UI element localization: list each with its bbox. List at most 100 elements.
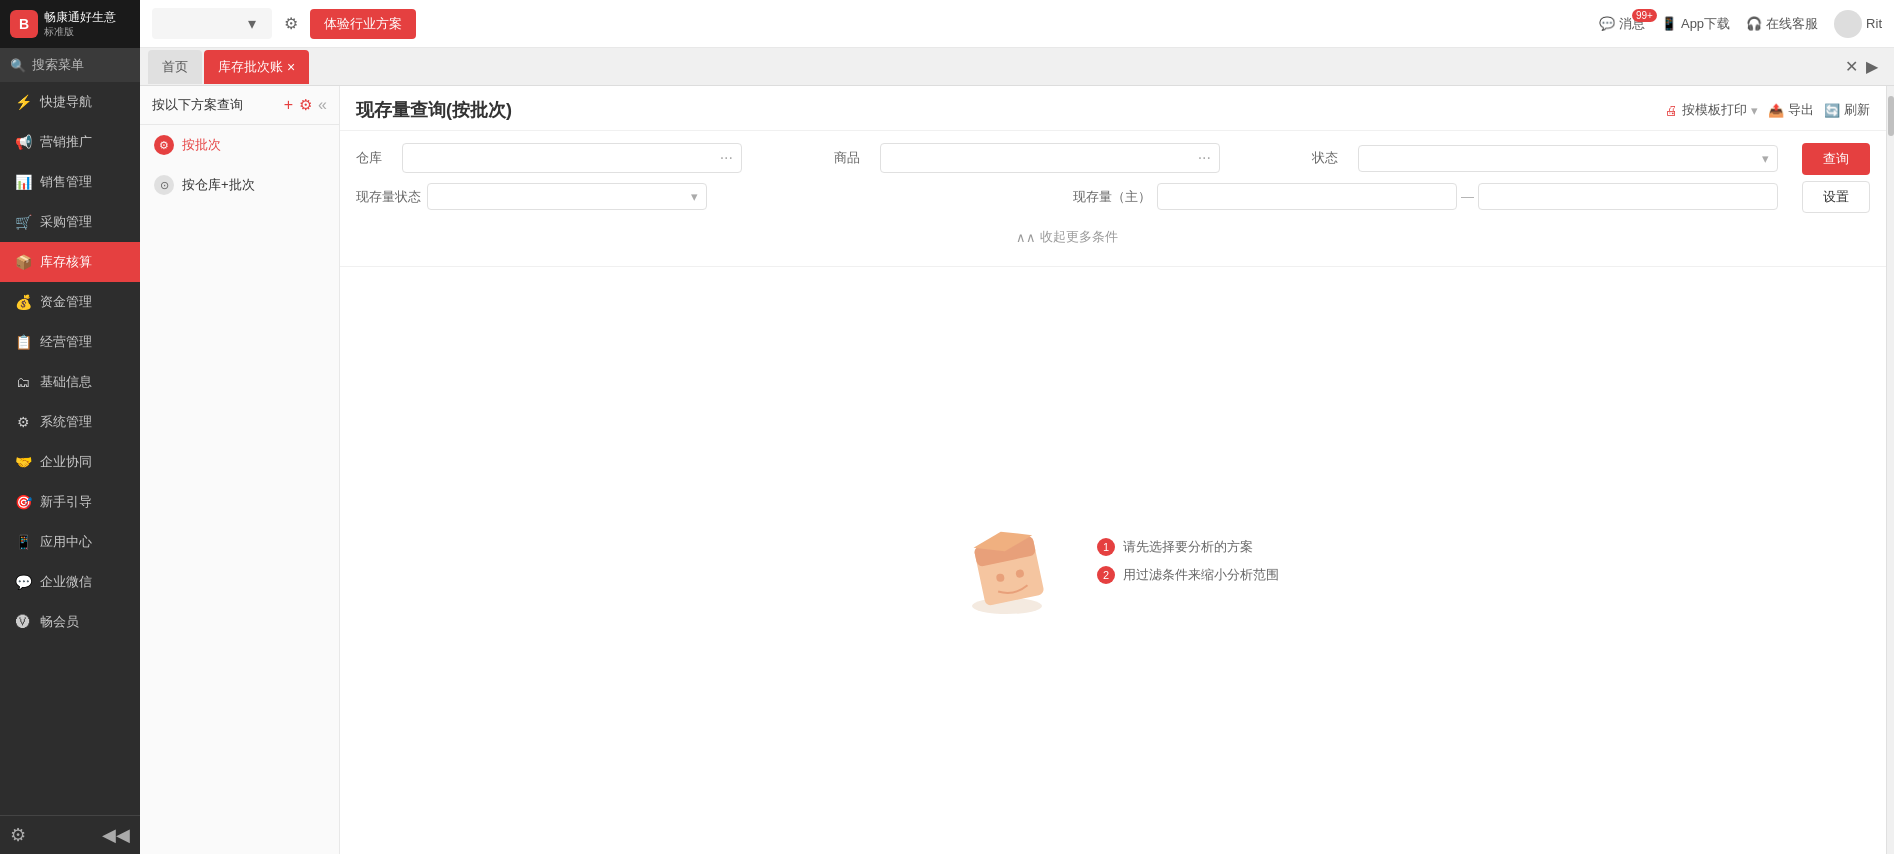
- main-area: ▾ ⚙ 体验行业方案 💬 消息 99+ 📱 App下载 🎧 在线客服 Rit: [140, 0, 1894, 854]
- system-icon: ⚙: [14, 413, 32, 431]
- empty-state: 1 请先选择要分析的方案 2 用过滤条件来缩小分析范围: [340, 267, 1886, 854]
- search-icon: 🔍: [10, 58, 26, 73]
- app-download-btn[interactable]: 📱 App下载: [1661, 15, 1730, 33]
- sidebar: B 畅康通好生意 标准版 🔍 搜索菜单 ⚡ 快捷导航 📢 营销推广 📊 销售管理…: [0, 0, 140, 854]
- topbar-gear-icon[interactable]: ⚙: [280, 12, 302, 35]
- print-dropdown-icon[interactable]: ▾: [1751, 103, 1758, 118]
- topbar: ▾ ⚙ 体验行业方案 💬 消息 99+ 📱 App下载 🎧 在线客服 Rit: [140, 0, 1894, 48]
- status-input[interactable]: ▾: [1358, 145, 1778, 172]
- hint-1-text: 请先选择要分析的方案: [1123, 538, 1253, 556]
- sidebar-item-label: 快捷导航: [40, 93, 92, 111]
- product-input[interactable]: ···: [880, 143, 1220, 173]
- messages-btn[interactable]: 💬 消息 99+: [1599, 15, 1645, 33]
- settings-footer-icon[interactable]: ⚙: [10, 824, 26, 846]
- warehouse-dots[interactable]: ···: [720, 149, 733, 167]
- online-service-btn[interactable]: 🎧 在线客服: [1746, 15, 1818, 33]
- settings-button[interactable]: 设置: [1802, 181, 1870, 213]
- basic-icon: 🗂: [14, 373, 32, 391]
- query-panel: 现存量查询(按批次) 🖨 按模板打印 ▾ 📤 导出 🔄 刷新: [340, 86, 1886, 854]
- brand-name: 畅康通好生意: [44, 9, 116, 26]
- sidebar-item-enterprise[interactable]: 🤝 企业协同: [0, 442, 140, 482]
- experience-industry-btn[interactable]: 体验行业方案: [310, 9, 416, 39]
- stock-qty-min-input[interactable]: [1157, 183, 1457, 210]
- sidebar-item-apps[interactable]: 📱 应用中心: [0, 522, 140, 562]
- refresh-label: 刷新: [1844, 101, 1870, 119]
- sidebar-item-marketing[interactable]: 📢 营销推广: [0, 122, 140, 162]
- sidebar-item-wechat[interactable]: 💬 企业微信: [0, 562, 140, 602]
- sidebar-footer: ⚙ ◀◀: [0, 815, 140, 854]
- filter-panel-header: 按以下方案查询 + ⚙ «: [140, 86, 339, 125]
- sidebar-item-label: 基础信息: [40, 373, 92, 391]
- sidebar-item-operation[interactable]: 📋 经营管理: [0, 322, 140, 362]
- collapse-conditions-btn[interactable]: ∧∧ 收起更多条件: [356, 220, 1778, 254]
- export-btn[interactable]: 📤 导出: [1768, 101, 1814, 119]
- page-title: 现存量查询(按批次): [356, 98, 512, 122]
- collapse-panel-icon[interactable]: «: [318, 96, 327, 114]
- operation-icon: 📋: [14, 333, 32, 351]
- sidebar-item-vip[interactable]: 🅥 畅会员: [0, 602, 140, 642]
- sidebar-item-label: 畅会员: [40, 613, 79, 631]
- tab-inventory-batch-label: 库存批次账: [218, 58, 283, 76]
- tab-inventory-batch[interactable]: 库存批次账 ×: [204, 50, 309, 84]
- scheme-settings-icon[interactable]: ⚙: [299, 96, 312, 114]
- newbie-icon: 🎯: [14, 493, 32, 511]
- stock-qty-condition: 现存量（主） —: [1073, 183, 1778, 210]
- tab-close-icon[interactable]: ×: [287, 60, 295, 74]
- close-panel-icon[interactable]: ✕: [1845, 57, 1858, 76]
- warehouse-label: 仓库: [356, 149, 396, 167]
- marketing-icon: 📢: [14, 133, 32, 151]
- filter-header-actions: + ⚙ «: [284, 96, 327, 114]
- topbar-search-input[interactable]: [160, 17, 240, 31]
- product-dots[interactable]: ···: [1198, 149, 1211, 167]
- print-label: 按模板打印: [1682, 101, 1747, 119]
- stock-status-input[interactable]: ▾: [427, 183, 707, 210]
- phone-icon: 📱: [1661, 16, 1677, 31]
- sidebar-item-newbie[interactable]: 🎯 新手引导: [0, 482, 140, 522]
- collapse-sidebar-btn[interactable]: ◀◀: [102, 824, 130, 846]
- filter-panel: 按以下方案查询 + ⚙ « ⚙ 按批次 ⊙ 按仓库+批次: [140, 86, 340, 854]
- scheme-warehouse-batch[interactable]: ⊙ 按仓库+批次: [140, 165, 339, 205]
- page-header-actions: 🖨 按模板打印 ▾ 📤 导出 🔄 刷新: [1665, 101, 1870, 119]
- sidebar-item-inventory[interactable]: 📦 库存核算: [0, 242, 140, 282]
- search-menu-item[interactable]: 🔍 搜索菜单: [0, 48, 140, 82]
- filter-panel-title: 按以下方案查询: [152, 96, 243, 114]
- refresh-btn[interactable]: 🔄 刷新: [1824, 101, 1870, 119]
- conditions-row-2: 现存量状态 ▾ 现存量（主） —: [356, 183, 1778, 210]
- topbar-search-group: ▾: [152, 8, 272, 39]
- action-buttons: 查询 设置: [1802, 143, 1870, 213]
- right-scrollbar[interactable]: [1886, 86, 1894, 854]
- warehouse-input[interactable]: ···: [402, 143, 742, 173]
- sidebar-item-system[interactable]: ⚙ 系统管理: [0, 402, 140, 442]
- tab-home-label: 首页: [162, 58, 188, 76]
- query-button[interactable]: 查询: [1802, 143, 1870, 175]
- stock-qty-max-input[interactable]: [1478, 183, 1778, 210]
- finance-icon: 💰: [14, 293, 32, 311]
- print-template-btn[interactable]: 🖨 按模板打印 ▾: [1665, 101, 1758, 119]
- sidebar-item-finance[interactable]: 💰 资金管理: [0, 282, 140, 322]
- expand-panel-icon[interactable]: ▶: [1866, 57, 1878, 76]
- sidebar-item-quick-nav[interactable]: ⚡ 快捷导航: [0, 82, 140, 122]
- empty-hints: 1 请先选择要分析的方案 2 用过滤条件来缩小分析范围: [1097, 538, 1279, 584]
- add-scheme-btn[interactable]: +: [284, 96, 293, 114]
- sidebar-header: B 畅康通好生意 标准版: [0, 0, 140, 48]
- sidebar-item-sales[interactable]: 📊 销售管理: [0, 162, 140, 202]
- stock-qty-sep: —: [1461, 189, 1474, 204]
- topbar-right: 💬 消息 99+ 📱 App下载 🎧 在线客服 Rit: [1599, 10, 1882, 38]
- sidebar-item-purchase[interactable]: 🛒 采购管理: [0, 202, 140, 242]
- empty-inner: 1 请先选择要分析的方案 2 用过滤条件来缩小分析范围: [947, 501, 1279, 621]
- scheme-batch[interactable]: ⚙ 按批次: [140, 125, 339, 165]
- topbar-dropdown-icon[interactable]: ▾: [244, 12, 260, 35]
- empty-svg-illustration: [947, 501, 1067, 621]
- product-condition: 商品 ···: [834, 143, 1300, 173]
- sidebar-item-basic[interactable]: 🗂 基础信息: [0, 362, 140, 402]
- content-area: 按以下方案查询 + ⚙ « ⚙ 按批次 ⊙ 按仓库+批次 现存量查询(按批次): [140, 86, 1894, 854]
- message-icon: 💬: [1599, 16, 1615, 31]
- user-menu[interactable]: Rit: [1834, 10, 1882, 38]
- status-dropdown-icon[interactable]: ▾: [1762, 151, 1769, 166]
- sidebar-item-label: 经营管理: [40, 333, 92, 351]
- stock-status-dropdown-icon[interactable]: ▾: [691, 189, 698, 204]
- vip-icon: 🅥: [14, 613, 32, 631]
- tab-home[interactable]: 首页: [148, 50, 202, 84]
- stock-qty-range: —: [1157, 183, 1778, 210]
- hint-item-2: 2 用过滤条件来缩小分析范围: [1097, 566, 1279, 584]
